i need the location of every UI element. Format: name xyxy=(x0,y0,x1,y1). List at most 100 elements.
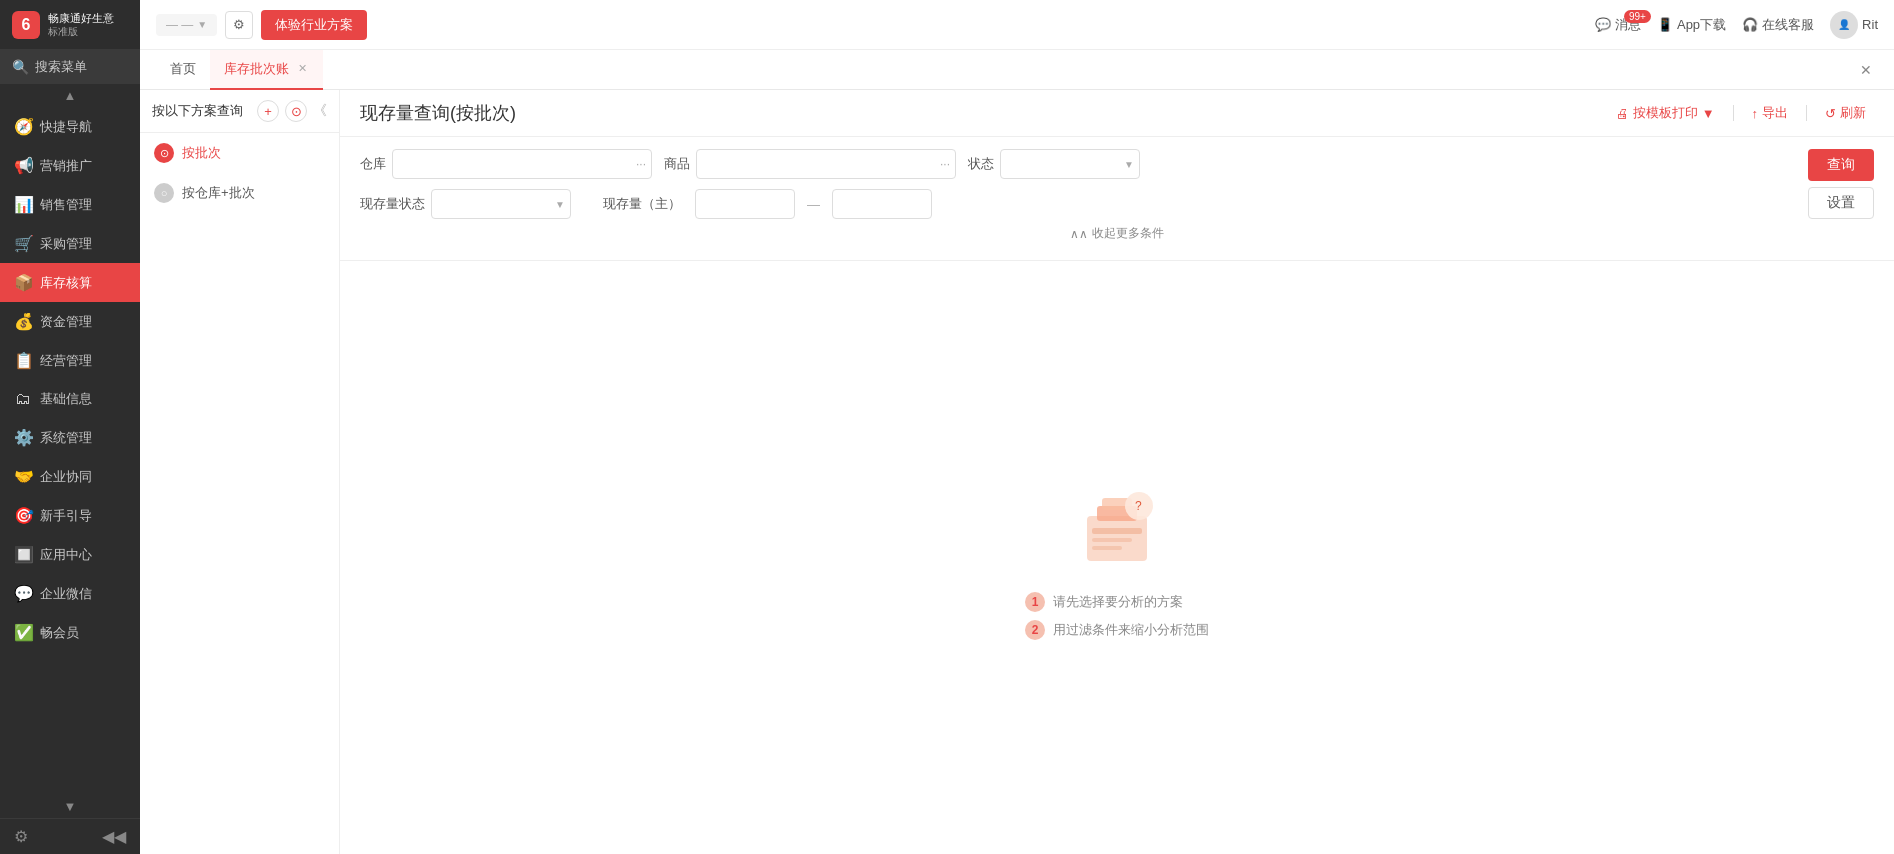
page-header-actions: 🖨 按模板打印 ▼ ↑ 导出 ↺ 刷新 xyxy=(1608,100,1874,126)
settings-icon[interactable]: ⚙ xyxy=(14,827,28,846)
filter-item-by-batch[interactable]: ⊙ 按批次 xyxy=(140,133,339,173)
sidebar-item-finance[interactable]: 💰 资金管理 xyxy=(0,302,140,341)
filter-panel-header: 按以下方案查询 + ⊙ 《 xyxy=(140,90,339,133)
online-service-button[interactable]: 🎧 在线客服 xyxy=(1742,16,1814,34)
logo-text: 畅康通好生意 标准版 xyxy=(48,11,114,38)
sidebar-scroll-down[interactable]: ▼ xyxy=(0,795,140,818)
product-input-container: ··· xyxy=(696,149,956,179)
set-button[interactable]: 设置 xyxy=(1808,187,1874,219)
stock-status-label: 现存量状态 xyxy=(360,195,425,213)
app-download-button[interactable]: 📱 App下载 xyxy=(1657,16,1726,34)
warehouse-input[interactable] xyxy=(392,149,652,179)
add-filter-button[interactable]: + xyxy=(257,100,279,122)
stock-qty-to-input[interactable] xyxy=(832,189,932,219)
stock-qty-label: 现存量（主） xyxy=(603,195,681,213)
refresh-button[interactable]: ↺ 刷新 xyxy=(1817,100,1874,126)
filter-field-status: 状态 ▼ xyxy=(968,149,1140,179)
filter-item-by-warehouse-batch[interactable]: ○ 按仓库+批次 xyxy=(140,173,339,213)
tab-home[interactable]: 首页 xyxy=(156,50,210,90)
breadcrumb-text: — — xyxy=(166,18,193,32)
nav-icon-new-guide: 🎯 xyxy=(14,506,32,525)
product-input[interactable] xyxy=(696,149,956,179)
nav-icon-operations: 📋 xyxy=(14,351,32,370)
content-area: 现存量查询(按批次) 🖨 按模板打印 ▼ ↑ 导出 ↺ 刷 xyxy=(340,90,1894,854)
user-avatar: 👤 xyxy=(1830,11,1858,39)
warehouse-label: 仓库 xyxy=(360,155,386,173)
filter-row-2: 现存量状态 ▼ 现存量（主） xyxy=(360,189,1796,219)
filter-icon-by-batch: ⊙ xyxy=(154,143,174,163)
filter-field-product: 商品 ··· xyxy=(664,149,956,179)
status-select[interactable] xyxy=(1000,149,1140,179)
sidebar-bottom: ⚙ ◀◀ xyxy=(0,818,140,854)
breadcrumb[interactable]: — — ▼ xyxy=(156,14,217,36)
sidebar-item-sales[interactable]: 📊 销售管理 xyxy=(0,185,140,224)
query-button[interactable]: 查询 xyxy=(1808,149,1874,181)
sidebar-item-basics[interactable]: 🗂 基础信息 xyxy=(0,380,140,418)
gear-button[interactable]: ⚙ xyxy=(225,11,253,39)
sidebar-item-enterprise-collab[interactable]: 🤝 企业协同 xyxy=(0,457,140,496)
svg-rect-3 xyxy=(1092,528,1142,534)
filter-settings-icon[interactable]: ⊙ xyxy=(285,100,307,122)
message-button[interactable]: 💬 消息 99+ xyxy=(1595,16,1641,34)
svg-rect-4 xyxy=(1092,538,1132,542)
sidebar-item-system[interactable]: ⚙️ 系统管理 xyxy=(0,418,140,457)
sidebar-item-marketing[interactable]: 📢 营销推广 xyxy=(0,146,140,185)
sidebar-logo: 6 畅康通好生意 标准版 xyxy=(0,0,140,50)
print-button[interactable]: 🖨 按模板打印 ▼ xyxy=(1608,100,1723,126)
product-more-icon[interactable]: ··· xyxy=(940,157,950,171)
collapse-sidebar-icon[interactable]: ◀◀ xyxy=(102,827,126,846)
user-menu[interactable]: 👤 Rit xyxy=(1830,11,1878,39)
svg-rect-5 xyxy=(1092,546,1122,550)
tab-inventory-batch[interactable]: 库存批次账 ✕ xyxy=(210,50,323,90)
nav-icon-app-center: 🔲 xyxy=(14,545,32,564)
stock-qty-dash: — xyxy=(807,197,820,212)
sidebar-item-enterprise-wechat[interactable]: 💬 企业微信 xyxy=(0,574,140,613)
breadcrumb-arrow: ▼ xyxy=(197,19,207,30)
filter-panel: 按以下方案查询 + ⊙ 《 ⊙ 按批次 ○ 按仓库+批次 xyxy=(140,90,340,854)
refresh-icon: ↺ xyxy=(1825,106,1836,121)
filter-panel-actions: + ⊙ 《 xyxy=(257,100,327,122)
header-divider-1 xyxy=(1733,105,1734,121)
search-icon: 🔍 xyxy=(12,59,29,75)
export-icon: ↑ xyxy=(1752,106,1759,121)
nav-icon-member: ✅ xyxy=(14,623,32,642)
filter-field-stock-status: 现存量状态 ▼ xyxy=(360,189,571,219)
filter-row-1: 仓库 ··· 商品 ··· xyxy=(360,149,1796,179)
nav-icon-purchase: 🛒 xyxy=(14,234,32,253)
close-tab-button[interactable]: ✕ xyxy=(1854,58,1878,82)
sidebar-scroll-up[interactable]: ▲ xyxy=(0,84,140,107)
print-icon: 🖨 xyxy=(1616,106,1629,121)
warehouse-more-icon[interactable]: ··· xyxy=(636,157,646,171)
sidebar-item-member[interactable]: ✅ 畅会员 xyxy=(0,613,140,652)
sidebar-item-purchase[interactable]: 🛒 采购管理 xyxy=(0,224,140,263)
sidebar-item-app-center[interactable]: 🔲 应用中心 xyxy=(0,535,140,574)
collapse-filters-button[interactable]: ∧∧ 收起更多条件 xyxy=(360,219,1874,248)
stock-status-select[interactable] xyxy=(431,189,571,219)
sidebar-item-operations[interactable]: 📋 经营管理 xyxy=(0,341,140,380)
sidebar-search[interactable]: 🔍 搜索菜单 xyxy=(0,50,140,84)
logo-icon: 6 xyxy=(12,11,40,39)
sidebar-item-inventory[interactable]: 📦 库存核算 xyxy=(0,263,140,302)
page-content: 按以下方案查询 + ⊙ 《 ⊙ 按批次 ○ 按仓库+批次 现存量查询(按批次) xyxy=(140,90,1894,854)
stock-status-select-container: ▼ xyxy=(431,189,571,219)
tab-close-panel: ✕ xyxy=(1854,58,1878,82)
sidebar-item-new-guide[interactable]: 🎯 新手引导 xyxy=(0,496,140,535)
nav-icon-sales: 📊 xyxy=(14,195,32,214)
status-select-container: ▼ xyxy=(1000,149,1140,179)
sidebar-item-quick-nav[interactable]: 🧭 快捷导航 xyxy=(0,107,140,146)
tab-close-icon[interactable]: ✕ xyxy=(295,62,309,76)
empty-step-1: 1 请先选择要分析的方案 xyxy=(1025,592,1209,612)
nav-icon-inventory: 📦 xyxy=(14,273,32,292)
status-label: 状态 xyxy=(968,155,994,173)
message-badge: 99+ xyxy=(1624,10,1651,23)
experience-button[interactable]: 体验行业方案 xyxy=(261,10,367,40)
empty-state: ? 1 请先选择要分析的方案 2 用过滤条件来缩小分析范围 xyxy=(340,261,1894,854)
nav-icon-quick-nav: 🧭 xyxy=(14,117,32,136)
filter-panel-collapse-icon[interactable]: 《 xyxy=(313,102,327,120)
export-button[interactable]: ↑ 导出 xyxy=(1744,100,1797,126)
topbar: — — ▼ ⚙ 体验行业方案 💬 消息 99+ 📱 App下载 🎧 在线客服 xyxy=(140,0,1894,50)
filter-icon-by-warehouse-batch: ○ xyxy=(154,183,174,203)
stock-qty-from-input[interactable] xyxy=(695,189,795,219)
sidebar-nav: 🧭 快捷导航 📢 营销推广 📊 销售管理 🛒 采购管理 📦 库存核算 💰 资金管… xyxy=(0,107,140,795)
nav-icon-marketing: 📢 xyxy=(14,156,32,175)
